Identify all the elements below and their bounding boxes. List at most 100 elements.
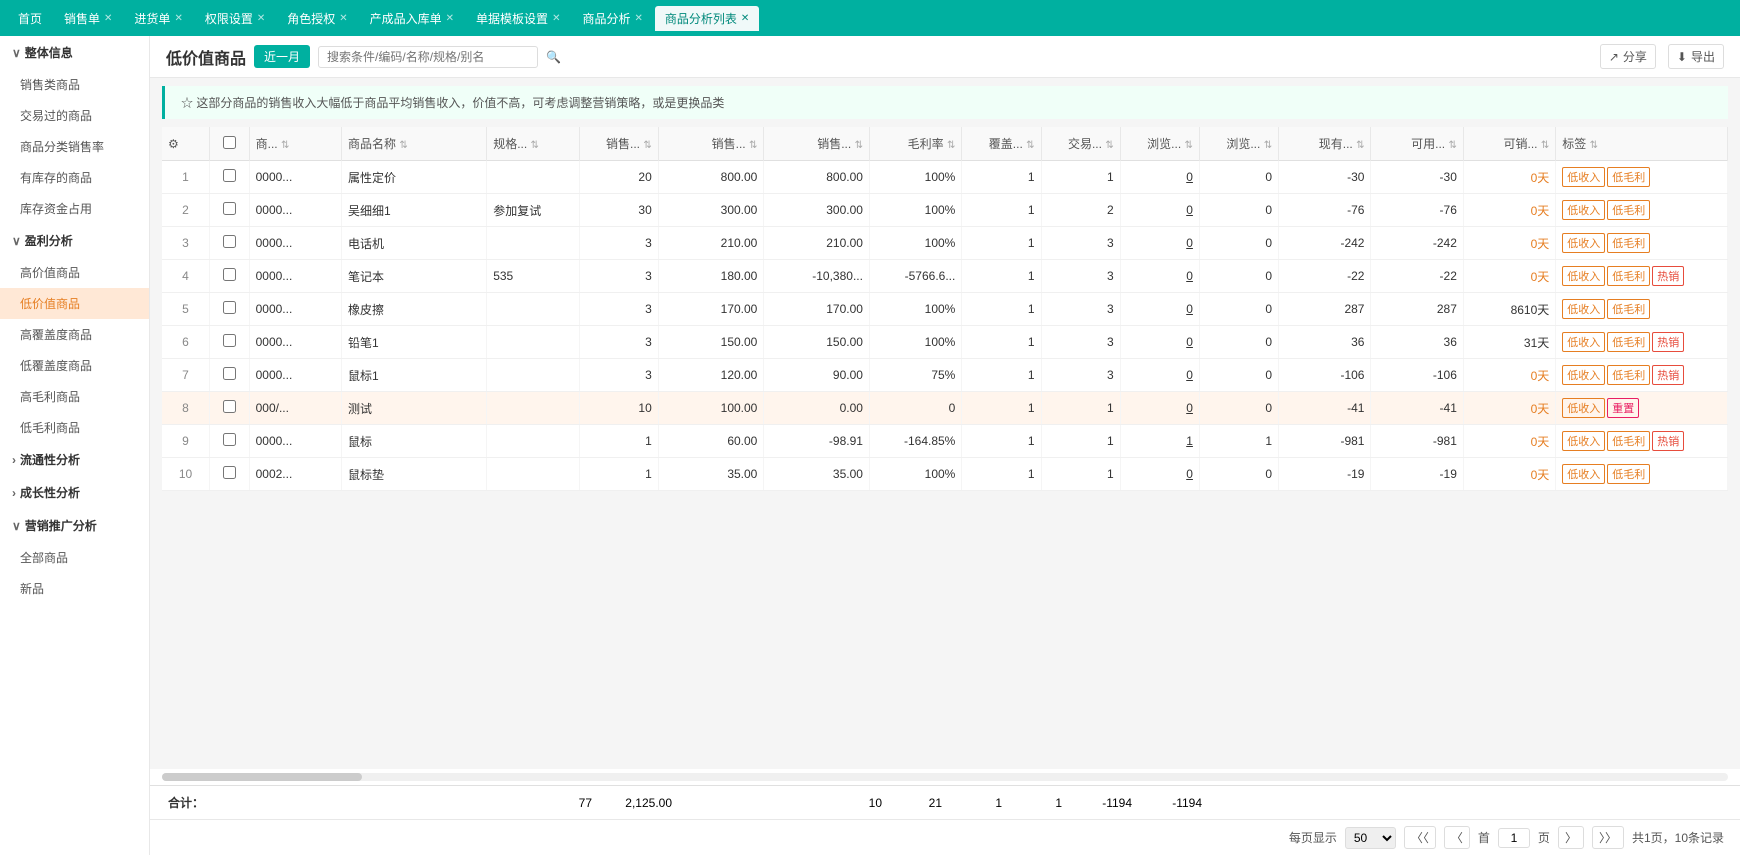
row-checkbox[interactable] [223, 235, 236, 248]
sidebar-item-low-value[interactable]: 低价值商品 [0, 288, 149, 319]
first-page-btn[interactable]: 〈〈 [1404, 826, 1436, 849]
nav-item-template[interactable]: 单据模板设置 ✕ [466, 6, 570, 31]
row-checkbox-cell[interactable] [210, 326, 250, 359]
th-spec[interactable]: 规格... ⇅ [487, 127, 579, 161]
sidebar-item-high-coverage[interactable]: 高覆盖度商品 [0, 319, 149, 350]
th-name[interactable]: 商品名称 ⇅ [342, 127, 487, 161]
th-gear[interactable]: ⚙ [162, 127, 210, 161]
row-checkbox[interactable] [223, 367, 236, 380]
row-checkbox[interactable] [223, 301, 236, 314]
row-checkbox-cell[interactable] [210, 425, 250, 458]
nav-item-analysis-close[interactable]: ✕ [634, 13, 642, 24]
pv1-link[interactable]: 0 [1186, 335, 1193, 349]
row-checkbox-cell[interactable] [210, 293, 250, 326]
sidebar-group-marketing[interactable]: ∨ 营销推广分析 [0, 509, 149, 542]
pv1-link[interactable]: 0 [1186, 203, 1193, 217]
sidebar-item-low-margin[interactable]: 低毛利商品 [0, 412, 149, 443]
row-checkbox-cell[interactable] [210, 161, 250, 194]
pv1-link[interactable]: 0 [1186, 401, 1193, 415]
th-sales-qty[interactable]: 销售... ⇅ [579, 127, 658, 161]
sidebar-item-high-margin[interactable]: 高毛利商品 [0, 381, 149, 412]
nav-item-purchase[interactable]: 进货单 ✕ [124, 6, 192, 31]
th-avail[interactable]: 可用... ⇅ [1371, 127, 1463, 161]
nav-item-template-close[interactable]: ✕ [552, 13, 560, 24]
th-checkbox[interactable] [210, 127, 250, 161]
sidebar-item-stocked-goods[interactable]: 有库存的商品 [0, 162, 149, 193]
scrollbar-track[interactable] [162, 773, 1728, 781]
nav-item-permissions[interactable]: 权限设置 ✕ [195, 6, 275, 31]
page-number-input[interactable] [1498, 828, 1530, 848]
row-checkbox-cell[interactable] [210, 359, 250, 392]
pv1-link[interactable]: 1 [1186, 434, 1193, 448]
row-checkbox[interactable] [223, 400, 236, 413]
th-sale[interactable]: 可销... ⇅ [1463, 127, 1555, 161]
nav-item-analysis[interactable]: 商品分析 ✕ [572, 6, 652, 31]
sidebar-group-liquidity[interactable]: › 流通性分析 [0, 443, 149, 476]
pv1-link[interactable]: 0 [1186, 236, 1193, 250]
row-checkbox[interactable] [223, 433, 236, 446]
row-checkbox[interactable] [223, 334, 236, 347]
nav-item-roles[interactable]: 角色授权 ✕ [277, 6, 357, 31]
pv1-link[interactable]: 0 [1186, 269, 1193, 283]
pv1-link[interactable]: 0 [1186, 368, 1193, 382]
nav-item-analysis-list[interactable]: 商品分析列表 ✕ [655, 6, 759, 31]
nav-item-home[interactable]: 首页 [8, 6, 52, 31]
row-name: 鼠标1 [342, 359, 487, 392]
row-pv2: 0 [1199, 326, 1278, 359]
row-checkbox-cell[interactable] [210, 260, 250, 293]
select-all-checkbox[interactable] [223, 136, 236, 149]
search-icon[interactable]: 🔍 [546, 50, 561, 64]
row-checkbox[interactable] [223, 169, 236, 182]
export-button[interactable]: ⬇ 导出 [1668, 44, 1724, 69]
th-sales-amt[interactable]: 销售... ⇅ [658, 127, 764, 161]
search-input[interactable] [318, 46, 538, 68]
sidebar-item-category-sales[interactable]: 商品分类销售率 [0, 131, 149, 162]
nav-item-roles-close[interactable]: ✕ [339, 13, 347, 24]
nav-item-analysis-list-close[interactable]: ✕ [741, 13, 749, 24]
sidebar-item-traded-goods[interactable]: 交易过的商品 [0, 100, 149, 131]
sidebar-item-low-coverage[interactable]: 低覆盖度商品 [0, 350, 149, 381]
nav-item-purchase-close[interactable]: ✕ [174, 13, 182, 24]
row-checkbox[interactable] [223, 466, 236, 479]
sidebar-item-inventory-funds[interactable]: 库存资金占用 [0, 193, 149, 224]
nav-item-inbound[interactable]: 产成品入库单 ✕ [360, 6, 464, 31]
sidebar-group-profit[interactable]: ∨ 盈利分析 [0, 224, 149, 257]
th-pv1[interactable]: 浏览... ⇅ [1120, 127, 1199, 161]
th-pv2[interactable]: 浏览... ⇅ [1199, 127, 1278, 161]
nav-item-sales[interactable]: 销售单 ✕ [54, 6, 122, 31]
th-trans[interactable]: 交易... ⇅ [1041, 127, 1120, 161]
pv1-link[interactable]: 0 [1186, 170, 1193, 184]
per-page-select[interactable]: 50 100 200 [1345, 827, 1396, 849]
row-checkbox-cell[interactable] [210, 194, 250, 227]
th-cover[interactable]: 覆盖... ⇅ [962, 127, 1041, 161]
th-tag[interactable]: 标签 ⇅ [1556, 127, 1728, 161]
nav-item-permissions-close[interactable]: ✕ [257, 13, 265, 24]
sidebar-item-new-goods[interactable]: 新品 [0, 573, 149, 604]
nav-item-sales-close[interactable]: ✕ [104, 13, 112, 24]
th-sales-price[interactable]: 销售... ⇅ [764, 127, 870, 161]
sidebar-item-high-value[interactable]: 高价值商品 [0, 257, 149, 288]
th-gross[interactable]: 毛利率 ⇅ [869, 127, 961, 161]
last-page-btn[interactable]: 〉〉 [1592, 826, 1624, 849]
pv1-link[interactable]: 0 [1186, 467, 1193, 481]
sidebar-group-growth[interactable]: › 成长性分析 [0, 476, 149, 509]
scrollbar-thumb[interactable] [162, 773, 362, 781]
row-checkbox-cell[interactable] [210, 458, 250, 491]
nav-item-inbound-close[interactable]: ✕ [446, 13, 454, 24]
next-page-btn[interactable]: 〉 [1558, 826, 1584, 849]
prev-page-btn[interactable]: 〈 [1444, 826, 1470, 849]
sidebar-item-all-goods[interactable]: 全部商品 [0, 542, 149, 573]
row-checkbox-cell[interactable] [210, 227, 250, 260]
row-checkbox[interactable] [223, 268, 236, 281]
share-button[interactable]: ↗ 分享 [1600, 44, 1656, 69]
row-checkbox[interactable] [223, 202, 236, 215]
sidebar-group-overall[interactable]: ∨ 整体信息 [0, 36, 149, 69]
pv1-link[interactable]: 0 [1186, 302, 1193, 316]
th-code[interactable]: 商... ⇅ [249, 127, 341, 161]
row-checkbox-cell[interactable] [210, 392, 250, 425]
sidebar-item-sales-goods[interactable]: 销售类商品 [0, 69, 149, 100]
filter-btn[interactable]: 近一月 [254, 45, 310, 68]
row-sale-days: 0天 [1463, 425, 1555, 458]
row-stock: -981 [1279, 425, 1371, 458]
th-stock[interactable]: 现有... ⇅ [1279, 127, 1371, 161]
